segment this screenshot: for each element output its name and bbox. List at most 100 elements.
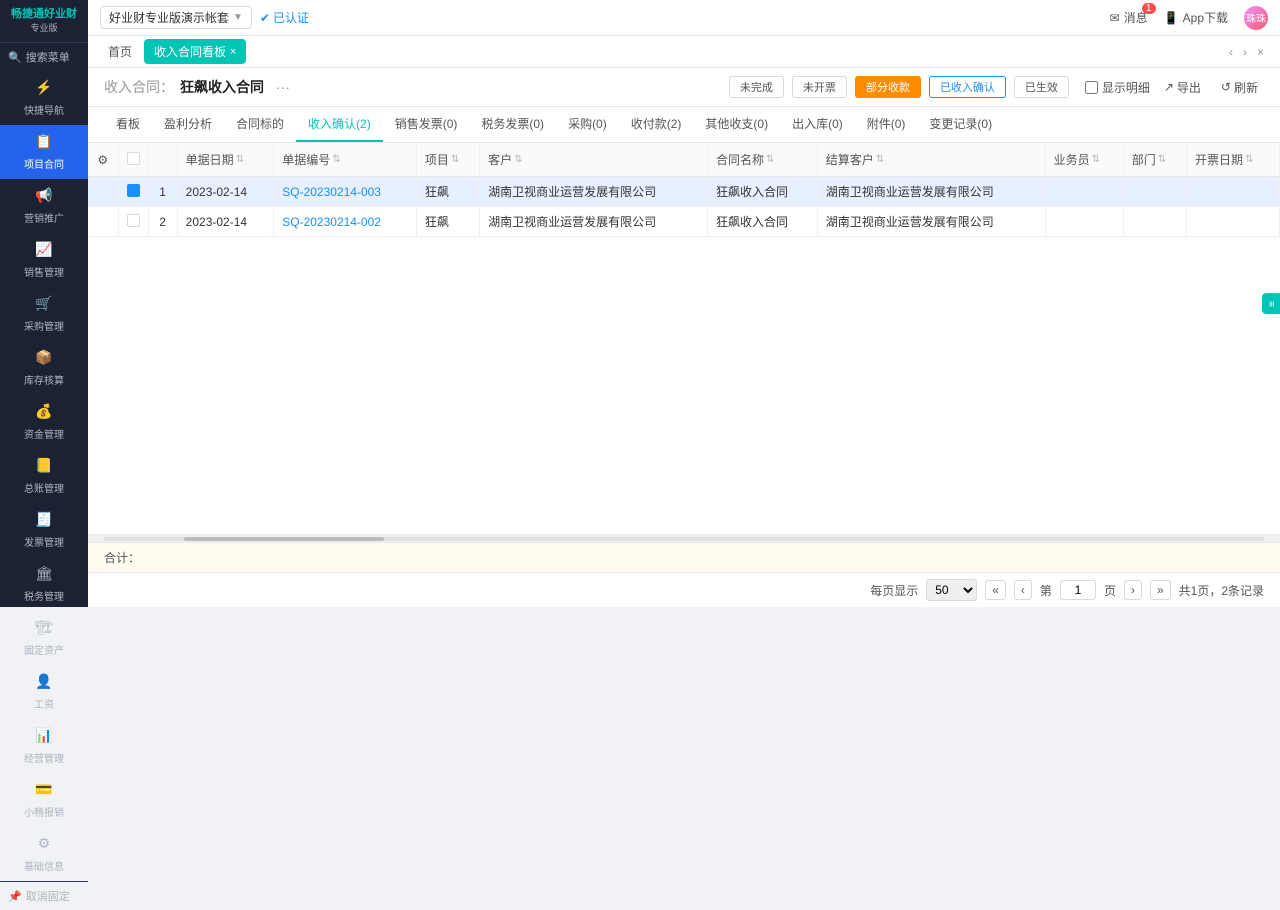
order-no-link[interactable]: SQ-20230214-002 [282, 215, 381, 229]
horizontal-scrollbar[interactable] [88, 534, 1280, 542]
department-sort-icon[interactable]: ⇅ [1158, 154, 1166, 165]
th-contract-name[interactable]: 合同名称 ⇅ [708, 143, 818, 177]
tab-sales-invoice[interactable]: 销售发票(0) [383, 107, 470, 142]
sidebar-item-hr[interactable]: 👤 工资 [0, 665, 88, 719]
page-last-button[interactable]: » [1150, 580, 1171, 600]
status-partial-received[interactable]: 部分收款 [855, 76, 921, 98]
table-row[interactable]: 1 2023-02-14 SQ-20230214-003 狂飙 湖南卫视商业运营… [88, 177, 1280, 207]
sidebar-item-xiao-bao[interactable]: 💳 小畅报销 [0, 773, 88, 827]
row-order-no[interactable]: SQ-20230214-003 [274, 177, 417, 207]
th-customer[interactable]: 客户 ⇅ [480, 143, 708, 177]
th-order-no[interactable]: 单据编号 ⇅ [274, 143, 417, 177]
row-checkbox-cell[interactable] [118, 177, 148, 207]
status-effective[interactable]: 已生效 [1014, 76, 1069, 98]
date-sort-icon[interactable]: ⇅ [236, 154, 244, 165]
select-all-checkbox[interactable] [127, 152, 140, 165]
tab-kanban[interactable]: 看板 [104, 107, 152, 142]
th-open-date[interactable]: 开票日期 ⇅ [1187, 143, 1280, 177]
scroll-thumb[interactable] [184, 537, 384, 541]
tab-income-confirm[interactable]: 收入确认(2) [296, 107, 383, 142]
sidebar-item-tax[interactable]: 🏛 税务管理 [0, 557, 88, 611]
page-label: 第 [1040, 582, 1052, 599]
page-input[interactable] [1060, 580, 1096, 600]
tab-close-all-icon[interactable]: × [1253, 43, 1268, 61]
user-avatar[interactable]: 珠珠 [1244, 6, 1268, 30]
tab-profit-analysis[interactable]: 盈利分析 [152, 107, 224, 142]
tab-warehouse[interactable]: 出入库(0) [780, 107, 855, 142]
sidebar-item-general-ledger[interactable]: 📒 总账管理 [0, 449, 88, 503]
sidebar-item-ops[interactable]: 📊 经营管理 [0, 719, 88, 773]
app-download-action[interactable]: 📱 App下载 [1164, 9, 1228, 26]
sidebar-item-inventory[interactable]: 📦 库存核算 [0, 341, 88, 395]
tab-prev-icon[interactable]: ‹ [1225, 43, 1237, 61]
salesperson-sort-icon[interactable]: ⇅ [1092, 154, 1100, 165]
sidebar-item-search[interactable]: 🔍 搜索菜单 [0, 43, 88, 71]
page-first-button[interactable]: « [985, 580, 1006, 600]
th-end-customer[interactable]: 结算客户 ⇅ [817, 143, 1045, 177]
tab-home[interactable]: 首页 [100, 43, 140, 60]
end-customer-sort-icon[interactable]: ⇅ [876, 154, 884, 165]
row-order-no[interactable]: SQ-20230214-002 [274, 207, 417, 237]
show-detail-checkbox[interactable] [1085, 81, 1098, 94]
tab-tax-invoice[interactable]: 税务发票(0) [469, 107, 556, 142]
cert-label: 已认证 [273, 9, 309, 26]
tab-close-icon[interactable]: × [230, 46, 236, 58]
row-checkbox-cell[interactable] [118, 207, 148, 237]
tab-attachment[interactable]: 附件(0) [855, 107, 918, 142]
sidebar-item-sales[interactable]: 📈 销售管理 [0, 233, 88, 287]
change-log-label: 变更记录(0) [929, 117, 992, 131]
tab-next-icon[interactable]: › [1239, 43, 1251, 61]
tab-contract-standards[interactable]: 合同标的 [224, 107, 296, 142]
row-customer: 湖南卫视商业运营发展有限公司 [480, 177, 708, 207]
row-department [1123, 207, 1186, 237]
th-date[interactable]: 单据日期 ⇅ [177, 143, 274, 177]
settings-icon[interactable]: ⚙ [97, 153, 108, 167]
open-date-sort-icon[interactable]: ⇅ [1245, 154, 1253, 165]
sidebar-item-fixed-assets[interactable]: 🏗 固定资产 [0, 611, 88, 665]
app-download-label: App下载 [1183, 9, 1228, 26]
marketing-label: 营销推广 [24, 210, 64, 225]
th-department[interactable]: 部门 ⇅ [1123, 143, 1186, 177]
page-prev-button[interactable]: ‹ [1014, 580, 1032, 600]
sidebar-item-project-contract[interactable]: 📋 项目合同 [0, 125, 88, 179]
th-settings[interactable]: ⚙ [88, 143, 118, 177]
tab-payment[interactable]: 收付款(2) [619, 107, 694, 142]
th-salesperson[interactable]: 业务员 ⇅ [1045, 143, 1123, 177]
project-sort-icon[interactable]: ⇅ [451, 154, 459, 165]
sidebar-item-marketing[interactable]: 📢 营销推广 [0, 179, 88, 233]
tax-icon: 🏛 [35, 565, 53, 582]
contract-name-sort-icon[interactable]: ⇅ [766, 154, 774, 165]
refresh-button[interactable]: ↺ 刷新 [1215, 77, 1264, 98]
row-checkbox[interactable] [127, 214, 140, 227]
sidebar-item-base-info[interactable]: ⚙ 基础信息 [0, 827, 88, 881]
row-contract-name: 狂飙收入合同 [708, 207, 818, 237]
order-no-link[interactable]: SQ-20230214-003 [282, 185, 381, 199]
customer-sort-icon[interactable]: ⇅ [514, 154, 522, 165]
tab-change-log[interactable]: 变更记录(0) [917, 107, 1004, 142]
company-selector[interactable]: 好业财专业版演示帐套 ▼ [100, 6, 252, 29]
unpin-button[interactable]: 📌 取消固定 [0, 882, 88, 910]
sidebar-item-invoice[interactable]: 🧾 发票管理 [0, 503, 88, 557]
sidebar-item-purchase[interactable]: 🛒 采购管理 [0, 287, 88, 341]
sidebar-item-quick-nav[interactable]: ⚡ 快捷导航 [0, 71, 88, 125]
status-not-complete[interactable]: 未完成 [729, 76, 784, 98]
tab-income-contract[interactable]: 收入合同看板 × [144, 39, 246, 64]
page-next-button[interactable]: › [1124, 580, 1142, 600]
scroll-track[interactable] [104, 537, 1264, 541]
th-checkbox[interactable] [118, 143, 148, 177]
export-label: 导出 [1177, 79, 1201, 96]
sidebar-item-fund[interactable]: 💰 资金管理 [0, 395, 88, 449]
more-options-button[interactable]: ··· [270, 77, 296, 97]
th-project[interactable]: 项目 ⇅ [416, 143, 479, 177]
row-checkbox[interactable] [127, 184, 140, 197]
right-panel-icon[interactable]: ≡ [1262, 293, 1280, 315]
status-not-invoiced[interactable]: 未开票 [792, 76, 847, 98]
tab-purchase[interactable]: 采购(0) [556, 107, 619, 142]
table-row[interactable]: 2 2023-02-14 SQ-20230214-002 狂飙 湖南卫视商业运营… [88, 207, 1280, 237]
tab-other-income[interactable]: 其他收支(0) [693, 107, 780, 142]
export-button[interactable]: ↗ 导出 [1158, 77, 1207, 98]
status-confirmed[interactable]: 已收入确认 [929, 76, 1006, 98]
page-size-select[interactable]: 50 20 100 [926, 579, 977, 601]
order-no-sort-icon[interactable]: ⇅ [332, 154, 340, 165]
message-action[interactable]: ✉ 消息 1 [1110, 9, 1148, 26]
